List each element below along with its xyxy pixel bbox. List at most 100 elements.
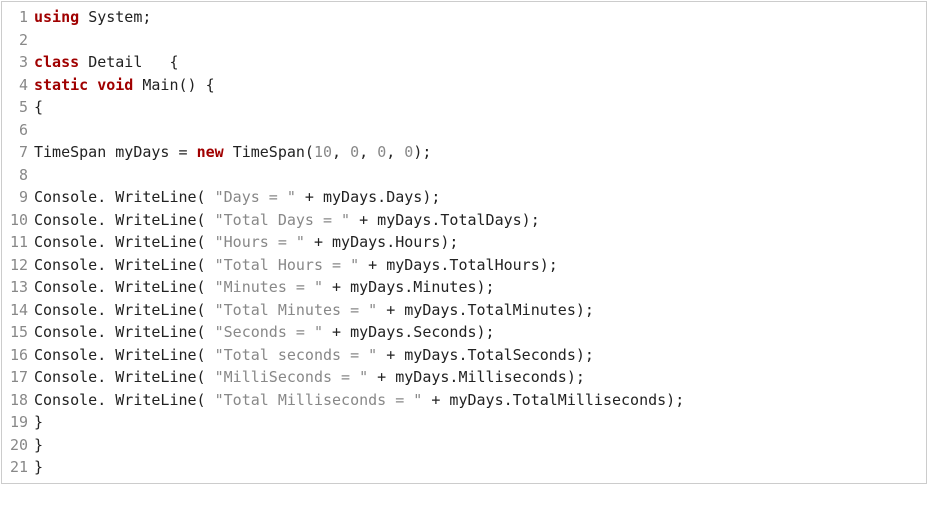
code-line: 9Console. WriteLine( "Days = " + myDays.… [2,186,926,209]
code-line: 19} [2,411,926,434]
line-number: 6 [2,119,34,142]
token-str: "Hours = " [215,233,305,251]
line-number: 4 [2,74,34,97]
token-plain: } [34,436,43,454]
token-plain: + myDays.Minutes); [323,278,495,296]
line-code: Console. WriteLine( "Days = " + myDays.D… [34,186,926,209]
line-number: 11 [2,231,34,254]
line-number: 21 [2,456,34,479]
token-plain: TimeSpan( [233,143,314,161]
code-line: 21} [2,456,926,479]
line-code [34,164,926,187]
code-line: 13Console. WriteLine( "Minutes = " + myD… [2,276,926,299]
line-number: 16 [2,344,34,367]
token-num: 0 [377,143,386,161]
code-line: 3class Detail { [2,51,926,74]
line-code: Console. WriteLine( "Total Days = " + my… [34,209,926,232]
line-number: 18 [2,389,34,412]
line-code: { [34,96,926,119]
line-number: 20 [2,434,34,457]
code-line: 8 [2,164,926,187]
line-number: 8 [2,164,34,187]
token-plain: Console. WriteLine( [34,368,215,386]
token-plain: { [34,98,43,116]
token-plain: , [332,143,350,161]
token-plain: + myDays.TotalMinutes); [377,301,594,319]
code-line: 16Console. WriteLine( "Total seconds = "… [2,344,926,367]
line-code: } [34,434,926,457]
token-plain: Detail { [88,53,178,71]
token-plain: + myDays.TotalSeconds); [377,346,594,364]
line-code: Console. WriteLine( "Total Minutes = " +… [34,299,926,322]
line-number: 15 [2,321,34,344]
token-plain: Console. WriteLine( [34,391,215,409]
code-line: 20} [2,434,926,457]
token-plain: , [359,143,377,161]
line-code: Console. WriteLine( "Total Hours = " + m… [34,254,926,277]
token-plain: } [34,458,43,476]
code-line: 5{ [2,96,926,119]
token-str: "Total Days = " [215,211,350,229]
token-kw: static void [34,76,142,94]
code-line: 11Console. WriteLine( "Hours = " + myDay… [2,231,926,254]
line-code: } [34,456,926,479]
line-code: using System; [34,6,926,29]
token-plain: + myDays.Hours); [305,233,459,251]
line-code: Console. WriteLine( "Total Milliseconds … [34,389,926,412]
token-plain: + myDays.Milliseconds); [368,368,585,386]
code-block: 1using System;23class Detail {4static vo… [1,1,927,484]
token-plain: System; [88,8,151,26]
token-plain: Main() { [142,76,214,94]
line-number: 5 [2,96,34,119]
token-plain: + myDays.Days); [296,188,441,206]
line-code: Console. WriteLine( "Hours = " + myDays.… [34,231,926,254]
token-str: "Minutes = " [215,278,323,296]
token-plain: + myDays.Seconds); [323,323,495,341]
line-number: 3 [2,51,34,74]
line-code: TimeSpan myDays = new TimeSpan(10, 0, 0,… [34,141,926,164]
token-str: "Total seconds = " [215,346,378,364]
line-number: 1 [2,6,34,29]
line-code: Console. WriteLine( "MilliSeconds = " + … [34,366,926,389]
token-plain: ); [413,143,431,161]
token-str: "Total Minutes = " [215,301,378,319]
line-number: 10 [2,209,34,232]
token-kw: using [34,8,88,26]
token-num: 0 [350,143,359,161]
line-number: 17 [2,366,34,389]
line-number: 9 [2,186,34,209]
token-plain: } [34,413,43,431]
line-number: 13 [2,276,34,299]
line-code [34,29,926,52]
code-line: 17Console. WriteLine( "MilliSeconds = " … [2,366,926,389]
token-str: "Total Milliseconds = " [215,391,423,409]
line-number: 2 [2,29,34,52]
code-line: 7TimeSpan myDays = new TimeSpan(10, 0, 0… [2,141,926,164]
token-plain: + myDays.TotalHours); [359,256,558,274]
token-num: 0 [404,143,413,161]
code-line: 18Console. WriteLine( "Total Millisecond… [2,389,926,412]
token-plain: + myDays.TotalDays); [350,211,540,229]
token-plain: Console. WriteLine( [34,301,215,319]
line-code: Console. WriteLine( "Seconds = " + myDay… [34,321,926,344]
token-str: "MilliSeconds = " [215,368,369,386]
line-number: 14 [2,299,34,322]
code-line: 12Console. WriteLine( "Total Hours = " +… [2,254,926,277]
line-code: } [34,411,926,434]
token-str: "Total Hours = " [215,256,360,274]
code-line: 2 [2,29,926,52]
token-plain: Console. WriteLine( [34,256,215,274]
line-code [34,119,926,142]
code-line: 10Console. WriteLine( "Total Days = " + … [2,209,926,232]
token-plain: Console. WriteLine( [34,346,215,364]
token-plain: Console. WriteLine( [34,278,215,296]
token-str: "Days = " [215,188,296,206]
token-plain: + myDays.TotalMilliseconds); [422,391,684,409]
line-number: 19 [2,411,34,434]
token-plain: Console. WriteLine( [34,211,215,229]
line-number: 7 [2,141,34,164]
line-code: Console. WriteLine( "Minutes = " + myDay… [34,276,926,299]
token-num: 10 [314,143,332,161]
code-line: 4static void Main() { [2,74,926,97]
token-kw: class [34,53,88,71]
